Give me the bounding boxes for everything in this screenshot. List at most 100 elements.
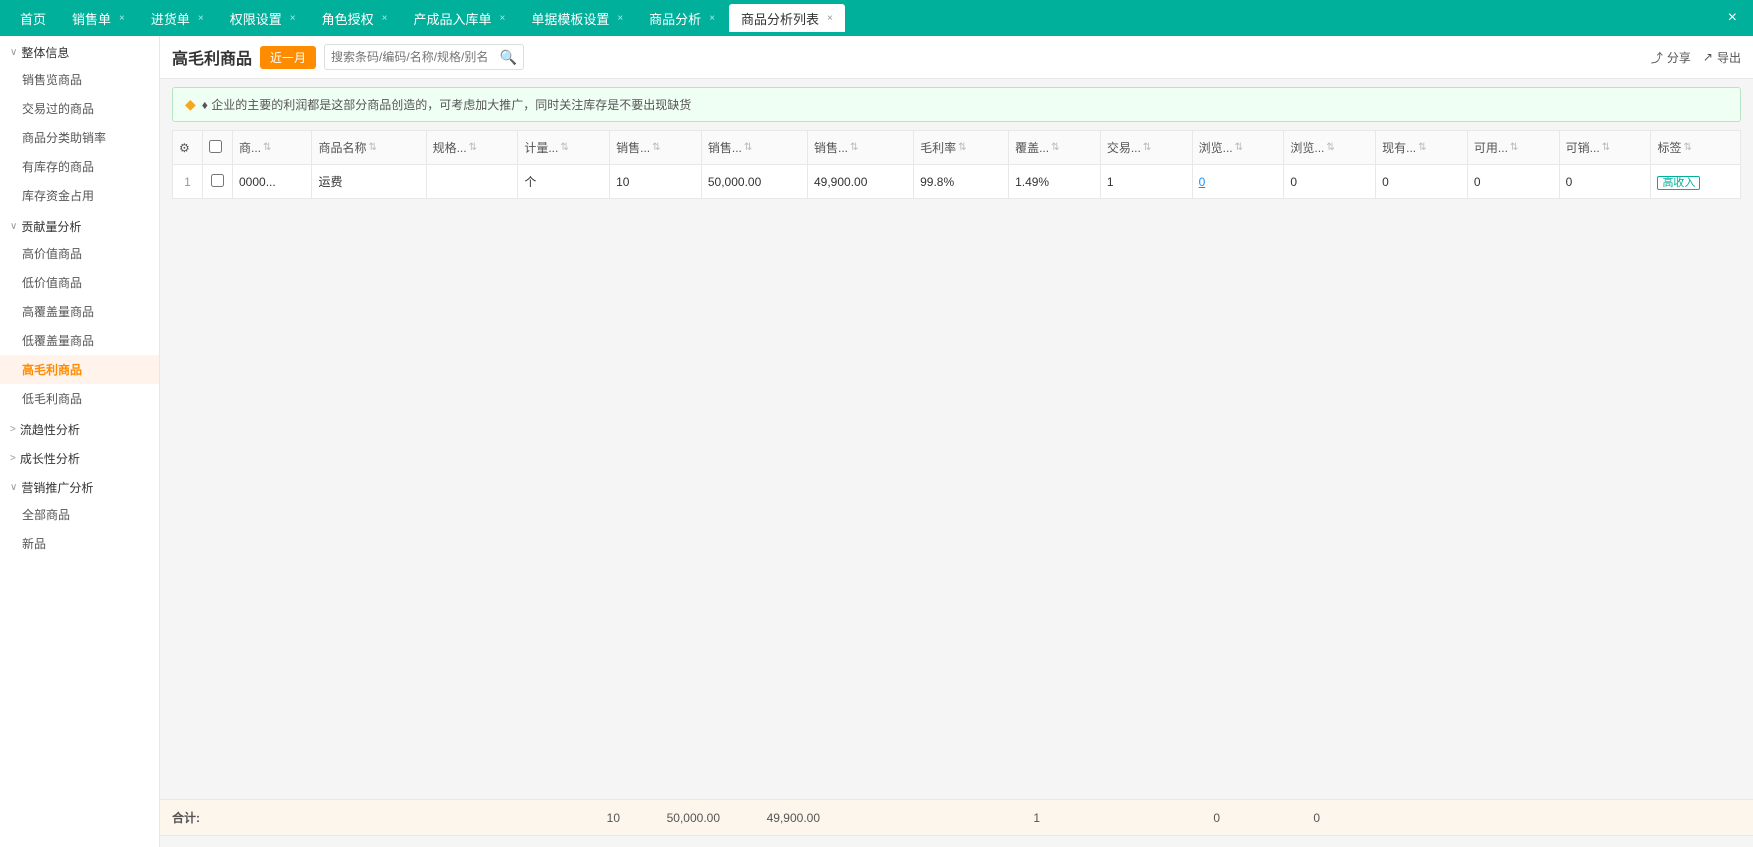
col-header-9[interactable]: 毛利率⇅ [914,131,1009,165]
settings-icon[interactable]: ⚙ [179,141,190,155]
close-all-tabs[interactable]: × [1720,9,1745,27]
row-browse2: 0 [1284,165,1376,199]
nav-close-icon[interactable]: × [198,13,204,24]
col-header-17[interactable]: 标签⇅ [1651,131,1741,165]
sidebar: ∨整体信息销售览商品交易过的商品商品分类助销率有库存的商品库存资金占用∨贡献量分… [0,36,160,847]
browse1-link[interactable]: 0 [1199,175,1206,189]
sort-icon[interactable]: ⇅ [1510,142,1518,153]
sort-icon[interactable]: ⇅ [469,142,477,153]
col-header-8[interactable]: 销售...⇅ [808,131,914,165]
nav-label: 单据模板设置 [531,9,609,28]
nav-close-icon[interactable]: × [827,13,833,24]
row-checkbox[interactable] [211,174,224,187]
sort-icon[interactable]: ⇅ [744,142,752,153]
sidebar-section-流趋性分析[interactable]: >流趋性分析 [0,413,159,442]
header-actions: ⤴ 分享 ↗ 导出 [1651,49,1741,66]
sort-icon[interactable]: ⇅ [1683,142,1691,153]
col-header-15[interactable]: 可用...⇅ [1467,131,1559,165]
sort-icon[interactable]: ⇅ [1143,142,1151,153]
col-header-5[interactable]: 计量...⇅ [518,131,610,165]
sort-icon[interactable]: ⇅ [652,142,660,153]
sort-icon[interactable]: ⇅ [560,142,568,153]
nav-close-icon[interactable]: × [382,13,388,24]
row-current: 0 [1376,165,1468,199]
sidebar-item-新品[interactable]: 新品 [0,529,159,558]
sort-icon[interactable]: ⇅ [1418,142,1426,153]
col-label: 可用... [1474,139,1508,156]
nav-label: 进货单 [151,9,190,28]
sort-icon[interactable]: ⇅ [1326,142,1334,153]
nav-item-产成品入库单[interactable]: 产成品入库单× [401,4,517,32]
sort-icon[interactable]: ⇅ [1602,142,1610,153]
nav-item-商品分析[interactable]: 商品分析× [637,4,727,32]
row-sales1: 10 [610,165,702,199]
export-button[interactable]: ↗ 导出 [1703,49,1741,66]
nav-item-权限设置[interactable]: 权限设置× [218,4,308,32]
sort-icon[interactable]: ⇅ [1051,142,1059,153]
sort-icon[interactable]: ⇅ [1235,142,1243,153]
sort-icon[interactable]: ⇅ [368,142,376,153]
nav-close-icon[interactable]: × [709,13,715,24]
footer-label: 合计: [172,809,200,826]
info-text: ♦ 企业的主要的利润都是这部分商品创造的，可考虑加大推广，同时关注库存是不要出现… [202,96,691,113]
nav-item-销售单[interactable]: 销售单× [60,4,137,32]
col-header-14[interactable]: 现有...⇅ [1376,131,1468,165]
section-label: 营销推广分析 [21,479,93,496]
row-num: 1 [173,165,203,199]
select-all-checkbox[interactable] [209,140,222,153]
col-header-7[interactable]: 销售...⇅ [701,131,807,165]
col-header-6[interactable]: 销售...⇅ [610,131,702,165]
sidebar-item-交易过的商品[interactable]: 交易过的商品 [0,94,159,123]
sidebar-item-低毛利商品[interactable]: 低毛利商品 [0,384,159,413]
nav-item-商品分析列表[interactable]: 商品分析列表× [729,4,845,32]
sidebar-item-库存资金占用[interactable]: 库存资金占用 [0,181,159,210]
footer-sales2: 50,000.00 [640,811,720,825]
col-header-16[interactable]: 可销...⇅ [1559,131,1651,165]
nav-close-icon[interactable]: × [290,13,296,24]
sidebar-section-整体信息[interactable]: ∨整体信息 [0,36,159,65]
col-header-2[interactable]: 商...⇅ [233,131,312,165]
horizontal-scrollbar[interactable] [160,835,1753,847]
share-button[interactable]: ⤴ 分享 [1651,49,1691,66]
sort-icon[interactable]: ⇅ [263,142,271,153]
sidebar-item-高覆盖量商品[interactable]: 高覆盖量商品 [0,297,159,326]
nav-item-单据模板设置[interactable]: 单据模板设置 × [519,4,635,32]
nav-label: 首页 [20,9,46,28]
nav-close-icon[interactable]: × [499,13,505,24]
sidebar-item-低覆盖量商品[interactable]: 低覆盖量商品 [0,326,159,355]
filter-button[interactable]: 近一月 [260,46,316,69]
col-header-13[interactable]: 浏览...⇅ [1284,131,1376,165]
sidebar-item-商品分类助销率[interactable]: 商品分类助销率 [0,123,159,152]
sidebar-item-有库存的商品[interactable]: 有库存的商品 [0,152,159,181]
nav-close-icon[interactable]: × [119,13,125,24]
nav-item-进货单[interactable]: 进货单 × [139,4,216,32]
sidebar-item-低价值商品[interactable]: 低价值商品 [0,268,159,297]
sort-icon[interactable]: ⇅ [850,142,858,153]
nav-item-角色授权[interactable]: 角色授权× [310,4,400,32]
search-input[interactable] [331,50,496,64]
col-label: 规格... [433,139,467,156]
sidebar-section-营销推广分析[interactable]: ∨营销推广分析 [0,471,159,500]
nav-item-首页[interactable]: 首页 [8,4,58,32]
col-header-4[interactable]: 规格...⇅ [426,131,518,165]
search-box: 🔍 [324,44,524,70]
col-header-11[interactable]: 交易...⇅ [1100,131,1192,165]
info-banner: ◆ ♦ 企业的主要的利润都是这部分商品创造的，可考虑加大推广，同时关注库存是不要… [172,87,1741,122]
nav-close-icon[interactable]: × [617,13,623,24]
data-table: ⚙商...⇅商品名称⇅规格...⇅计量...⇅销售...⇅销售...⇅销售...… [172,130,1741,199]
sidebar-item-高价值商品[interactable]: 高价值商品 [0,239,159,268]
footer-val1: 0 [1140,811,1220,825]
sidebar-item-销售览商品[interactable]: 销售览商品 [0,65,159,94]
footer-transactions: 1 [960,811,1040,825]
col-header-10[interactable]: 覆盖...⇅ [1009,131,1101,165]
col-label: 销售... [814,139,848,156]
search-icon[interactable]: 🔍 [500,49,517,66]
sidebar-section-成长性分析[interactable]: >成长性分析 [0,442,159,471]
sidebar-item-高毛利商品[interactable]: 高毛利商品 [0,355,159,384]
col-header-12[interactable]: 浏览...⇅ [1192,131,1284,165]
sort-icon[interactable]: ⇅ [958,142,966,153]
sidebar-section-贡献量分析[interactable]: ∨贡献量分析 [0,210,159,239]
col-label: 销售... [708,139,742,156]
sidebar-item-全部商品[interactable]: 全部商品 [0,500,159,529]
col-header-3[interactable]: 商品名称⇅ [312,131,426,165]
